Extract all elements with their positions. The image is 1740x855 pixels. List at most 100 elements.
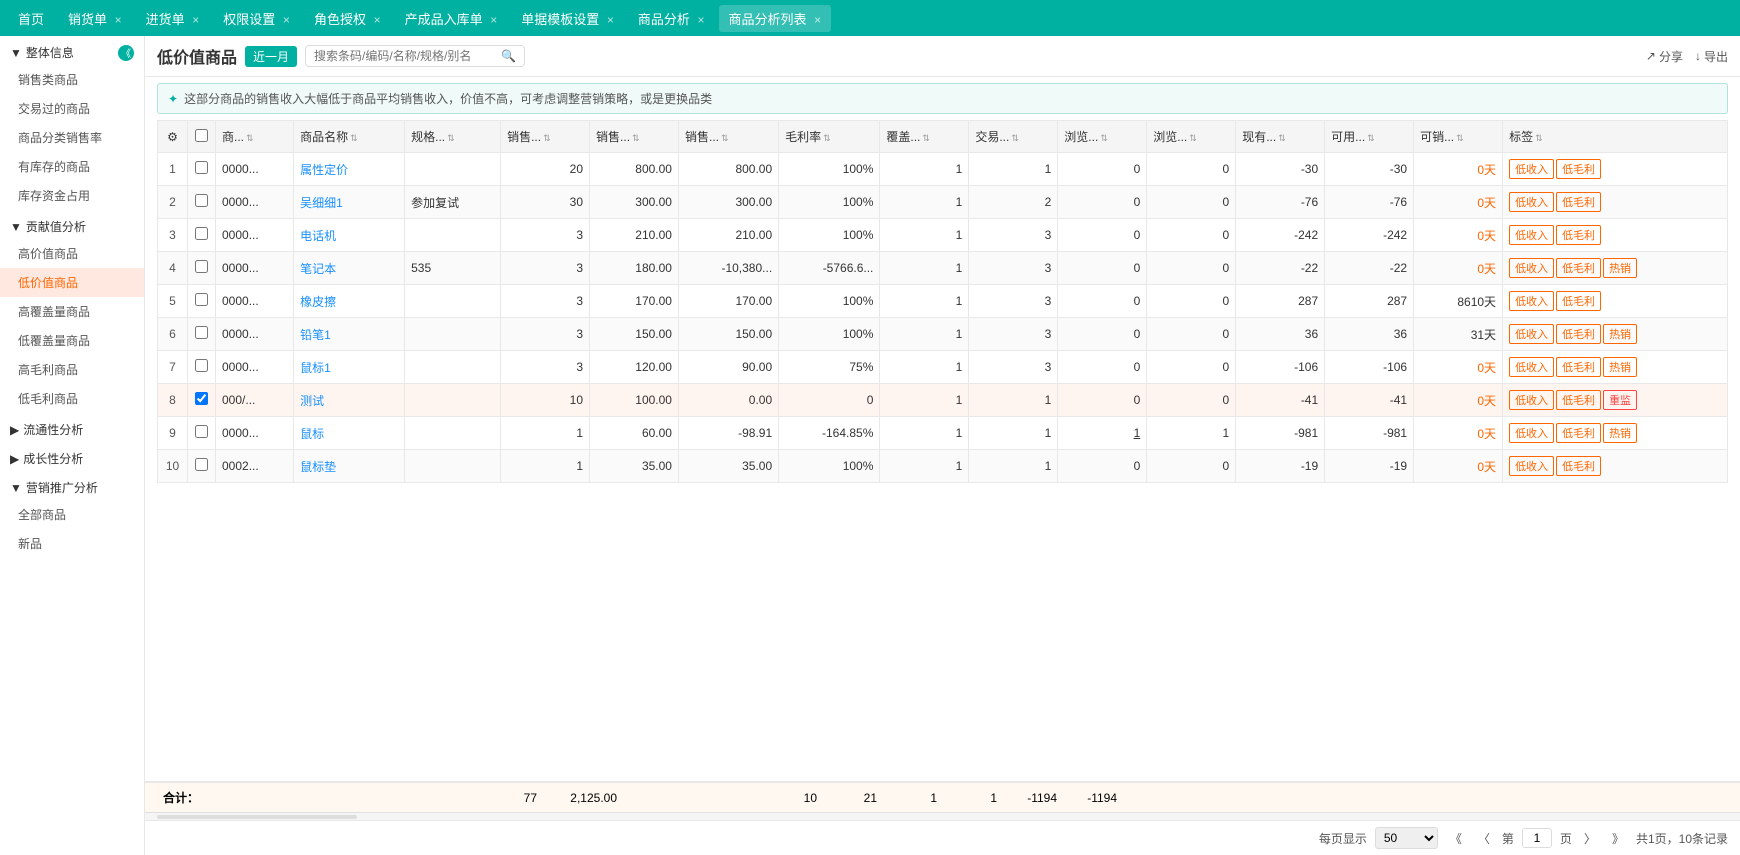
select-all-checkbox[interactable] — [195, 129, 208, 142]
sidebar-item-low-value[interactable]: 低价值商品 — [0, 268, 144, 297]
row-sale-qty: 3 — [501, 219, 590, 252]
row-spec: 535 — [405, 252, 501, 285]
sidebar-item-high-value[interactable]: 高价值商品 — [0, 239, 144, 268]
row-checkbox-cell[interactable] — [188, 384, 216, 417]
export-button[interactable]: ↓ 导出 — [1695, 48, 1728, 65]
sidebar-group-growth[interactable]: ▶ 成长性分析 — [0, 442, 144, 471]
prev-page-btn[interactable]: 〈 — [1474, 828, 1494, 849]
row-checkbox-cell[interactable] — [188, 417, 216, 450]
row-checkbox-cell[interactable] — [188, 450, 216, 483]
col-coverage[interactable]: 覆盖...⇅ — [880, 121, 969, 153]
share-button[interactable]: ↗ 分享 — [1646, 48, 1683, 65]
first-page-btn[interactable]: 《 — [1446, 828, 1466, 849]
sidebar-item-sales-goods[interactable]: 销售类商品 — [0, 65, 144, 94]
page-size-select[interactable]: 50 100 200 — [1375, 827, 1438, 849]
sidebar-item-high-margin[interactable]: 高毛利商品 — [0, 355, 144, 384]
nav-permission[interactable]: 权限设置 × — [213, 5, 300, 32]
col-saleable[interactable]: 可销...⇅ — [1414, 121, 1503, 153]
row-select[interactable] — [195, 425, 208, 438]
row-select[interactable] — [195, 194, 208, 207]
row-select[interactable] — [195, 326, 208, 339]
row-current: -41 — [1236, 384, 1325, 417]
search-icon[interactable]: 🔍 — [501, 49, 516, 63]
col-current[interactable]: 现有...⇅ — [1236, 121, 1325, 153]
row-select[interactable] — [195, 260, 208, 273]
sidebar-item-new-goods[interactable]: 新品 — [0, 529, 144, 558]
footer-current: -1194 — [997, 791, 1057, 805]
last-page-btn[interactable]: 》 — [1608, 828, 1628, 849]
row-checkbox-cell[interactable] — [188, 285, 216, 318]
col-name[interactable]: 商品名称⇅ — [294, 121, 405, 153]
row-checkbox-cell[interactable] — [188, 252, 216, 285]
row-select[interactable] — [195, 458, 208, 471]
row-name[interactable]: 笔记本 — [294, 252, 405, 285]
tag-item: 低收入 — [1509, 324, 1554, 344]
row-name[interactable]: 鼠标垫 — [294, 450, 405, 483]
row-select[interactable] — [195, 359, 208, 372]
row-name[interactable]: 橡皮擦 — [294, 285, 405, 318]
row-select[interactable] — [195, 227, 208, 240]
row-checkbox-cell[interactable] — [188, 219, 216, 252]
row-name[interactable]: 鼠标 — [294, 417, 405, 450]
row-name[interactable]: 鼠标1 — [294, 351, 405, 384]
row-view1[interactable]: 1 — [1058, 417, 1147, 450]
footer-scroll[interactable] — [145, 812, 1740, 820]
col-sale-amount[interactable]: 销售...⇅ — [590, 121, 679, 153]
row-select[interactable] — [195, 392, 208, 405]
search-input[interactable] — [314, 49, 497, 63]
row-checkbox-cell[interactable] — [188, 318, 216, 351]
col-view1[interactable]: 浏览...⇅ — [1058, 121, 1147, 153]
sidebar-item-traded-goods[interactable]: 交易过的商品 — [0, 94, 144, 123]
row-margin: 100% — [779, 285, 880, 318]
row-checkbox-cell[interactable] — [188, 351, 216, 384]
row-select[interactable] — [195, 293, 208, 306]
date-badge[interactable]: 近一月 — [245, 46, 297, 67]
sidebar-item-low-coverage[interactable]: 低覆盖量商品 — [0, 326, 144, 355]
nav-analysis-list[interactable]: 商品分析列表 × — [719, 5, 832, 32]
row-transaction: 1 — [969, 450, 1058, 483]
collapse-btn[interactable]: 《 — [118, 45, 134, 61]
nav-sales[interactable]: 销货单 × — [58, 5, 132, 32]
sidebar-item-stock-goods[interactable]: 有库存的商品 — [0, 152, 144, 181]
col-transaction[interactable]: 交易...⇅ — [969, 121, 1058, 153]
sidebar-item-all-goods[interactable]: 全部商品 — [0, 500, 144, 529]
sidebar-item-stock-fund[interactable]: 库存资金占用 — [0, 181, 144, 210]
row-name[interactable]: 电话机 — [294, 219, 405, 252]
nav-role[interactable]: 角色授权 × — [304, 5, 391, 32]
sidebar-item-high-coverage[interactable]: 高覆盖量商品 — [0, 297, 144, 326]
col-code[interactable]: 商...⇅ — [216, 121, 294, 153]
col-view2[interactable]: 浏览...⇅ — [1147, 121, 1236, 153]
search-box[interactable]: 🔍 — [305, 45, 525, 67]
row-name[interactable]: 铅笔1 — [294, 318, 405, 351]
sidebar-item-low-margin[interactable]: 低毛利商品 — [0, 384, 144, 413]
nav-purchase[interactable]: 进货单 × — [136, 5, 210, 32]
nav-home[interactable]: 首页 — [8, 5, 54, 32]
row-name[interactable]: 吴细细1 — [294, 186, 405, 219]
scroll-track[interactable] — [157, 815, 357, 819]
nav-analysis[interactable]: 商品分析 × — [628, 5, 715, 32]
row-select[interactable] — [195, 161, 208, 174]
sidebar-group-circulation[interactable]: ▶ 流通性分析 — [0, 413, 144, 442]
col-checkbox[interactable] — [188, 121, 216, 153]
sidebar-group-contribution[interactable]: ▼ 贡献值分析 — [0, 210, 144, 239]
sidebar-group-marketing[interactable]: ▼ 营销推广分析 — [0, 471, 144, 500]
col-margin[interactable]: 毛利率⇅ — [779, 121, 880, 153]
col-tags[interactable]: 标签⇅ — [1503, 121, 1728, 153]
col-settings[interactable]: ⚙ — [158, 121, 188, 153]
page-number-input[interactable] — [1522, 828, 1552, 848]
tag-item: 低毛利 — [1556, 291, 1601, 311]
row-name[interactable]: 属性定价 — [294, 153, 405, 186]
row-name[interactable]: 测试 — [294, 384, 405, 417]
col-sale-qty[interactable]: 销售...⇅ — [501, 121, 590, 153]
row-checkbox-cell[interactable] — [188, 153, 216, 186]
sidebar-item-category-rate[interactable]: 商品分类销售率 — [0, 123, 144, 152]
col-sale-profit[interactable]: 销售...⇅ — [678, 121, 778, 153]
col-spec[interactable]: 规格...⇅ — [405, 121, 501, 153]
next-page-btn[interactable]: 〉 — [1580, 828, 1600, 849]
nav-template[interactable]: 单据模板设置 × — [511, 5, 624, 32]
sidebar-group-general[interactable]: ▼ 整体信息 《 — [0, 36, 144, 65]
tag-item: 低毛利 — [1556, 225, 1601, 245]
row-checkbox-cell[interactable] — [188, 186, 216, 219]
nav-inbound[interactable]: 产成品入库单 × — [395, 5, 508, 32]
col-available[interactable]: 可用...⇅ — [1325, 121, 1414, 153]
